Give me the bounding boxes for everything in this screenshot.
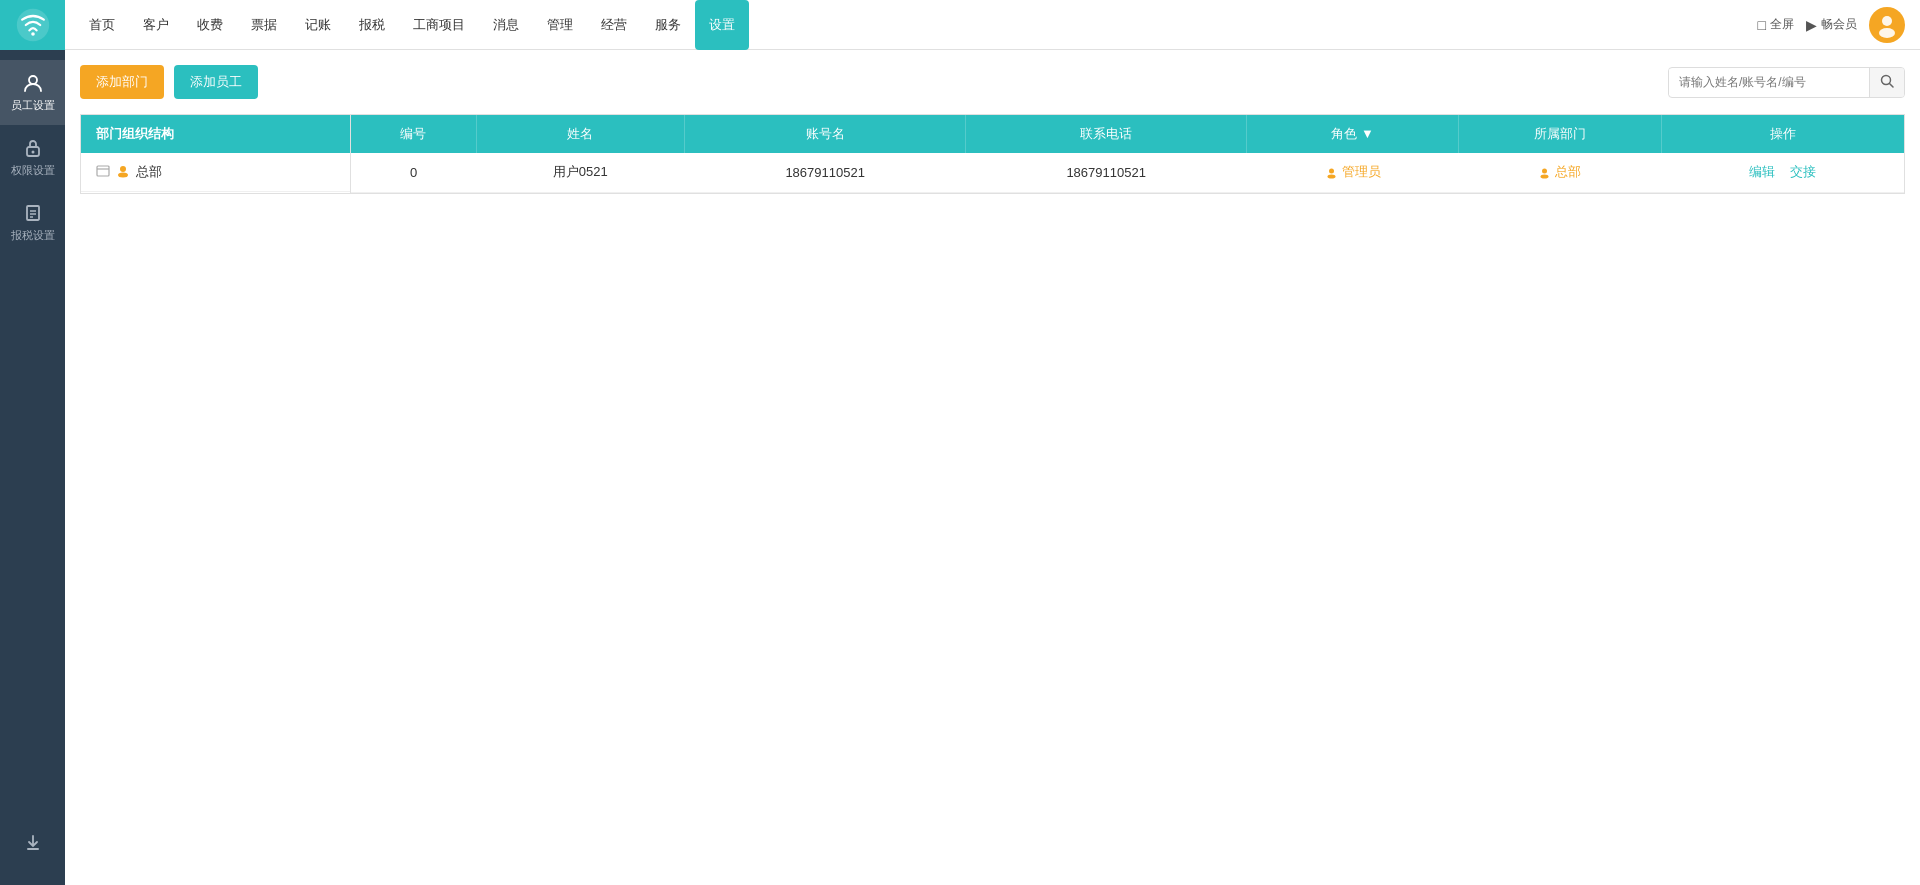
svg-line-13 bbox=[1890, 83, 1894, 87]
search-input[interactable] bbox=[1669, 69, 1869, 95]
add-employee-button[interactable]: 添加员工 bbox=[174, 65, 258, 99]
vip-label: 畅会员 bbox=[1821, 16, 1857, 33]
sidebar-item-permissions[interactable]: 权限设置 bbox=[0, 125, 65, 190]
sidebar-item-employee-label: 员工设置 bbox=[11, 98, 55, 113]
cell-actions: 编辑 交接 bbox=[1661, 153, 1904, 192]
edit-action[interactable]: 编辑 bbox=[1749, 164, 1775, 179]
dept-root-label: 总部 bbox=[136, 163, 162, 181]
sidebar-download-button[interactable] bbox=[0, 810, 65, 875]
svg-point-0 bbox=[16, 8, 48, 40]
add-dept-button[interactable]: 添加部门 bbox=[80, 65, 164, 99]
fullscreen-label: 全屏 bbox=[1770, 16, 1794, 33]
cell-phone: 18679110521 bbox=[966, 153, 1247, 192]
svg-point-20 bbox=[1541, 174, 1549, 178]
nav-message[interactable]: 消息 bbox=[479, 0, 533, 50]
col-id: 编号 bbox=[351, 115, 476, 153]
col-account: 账号名 bbox=[685, 115, 966, 153]
transfer-action[interactable]: 交接 bbox=[1790, 164, 1816, 179]
sidebar-item-taxsettings-label: 报税设置 bbox=[11, 228, 55, 243]
table-row: 0 用户0521 18679110521 18679110521 bbox=[351, 153, 1904, 192]
app-logo bbox=[0, 0, 65, 50]
col-role-label: 角色 bbox=[1331, 126, 1357, 141]
user-avatar[interactable] bbox=[1869, 7, 1905, 43]
main-content: 部门组织结构 总部 bbox=[80, 114, 1905, 194]
cell-name: 用户0521 bbox=[476, 153, 685, 192]
employee-table: 编号 姓名 账号名 联系电话 角色 ▼ 所属部门 操作 bbox=[351, 115, 1904, 193]
cell-account: 18679110521 bbox=[685, 153, 966, 192]
nav-customer[interactable]: 客户 bbox=[129, 0, 183, 50]
dept-tree: 部门组织结构 总部 bbox=[81, 115, 351, 193]
col-phone: 联系电话 bbox=[966, 115, 1247, 153]
svg-point-4 bbox=[29, 76, 37, 84]
cell-dept: 总部 bbox=[1458, 153, 1661, 192]
col-name: 姓名 bbox=[476, 115, 685, 153]
nav-invoice[interactable]: 票据 bbox=[237, 0, 291, 50]
svg-rect-11 bbox=[27, 848, 39, 850]
report-icon bbox=[22, 202, 44, 224]
nav-settings[interactable]: 设置 bbox=[695, 0, 749, 50]
svg-point-6 bbox=[31, 151, 34, 154]
nav-items: 首页 客户 收费 票据 记账 报税 工商项目 消息 管理 经营 服务 设置 bbox=[65, 0, 1758, 49]
svg-point-17 bbox=[1329, 168, 1334, 173]
col-actions: 操作 bbox=[1661, 115, 1904, 153]
nav-operations[interactable]: 经营 bbox=[587, 0, 641, 50]
role-label: 管理员 bbox=[1342, 163, 1381, 181]
cell-id: 0 bbox=[351, 153, 476, 192]
nav-service[interactable]: 服务 bbox=[641, 0, 695, 50]
dept-cell-icon: 总部 bbox=[1538, 163, 1581, 181]
sidebar-item-permissions-label: 权限设置 bbox=[11, 163, 55, 178]
svg-rect-7 bbox=[27, 206, 39, 220]
svg-point-3 bbox=[1879, 28, 1895, 38]
toolbar: 添加部门 添加员工 bbox=[80, 65, 1905, 99]
svg-point-15 bbox=[120, 166, 126, 172]
search-button[interactable] bbox=[1869, 68, 1904, 97]
dept-cell-label: 总部 bbox=[1555, 163, 1581, 181]
col-dept: 所属部门 bbox=[1458, 115, 1661, 153]
nav-manage[interactable]: 管理 bbox=[533, 0, 587, 50]
employee-table-wrapper: 编号 姓名 账号名 联系电话 角色 ▼ 所属部门 操作 bbox=[351, 115, 1904, 193]
top-navigation: 首页 客户 收费 票据 记账 报税 工商项目 消息 管理 经营 服务 设置 □ … bbox=[0, 0, 1920, 50]
left-sidebar: 员工设置 权限设置 报税设置 bbox=[0, 50, 65, 885]
content-area: 添加部门 添加员工 部门组织结构 bbox=[65, 50, 1920, 885]
role-filter-icon: ▼ bbox=[1361, 126, 1374, 141]
role-user-icon: 管理员 bbox=[1325, 163, 1381, 181]
cell-role: 管理员 bbox=[1247, 153, 1459, 192]
search-icon bbox=[1880, 74, 1894, 88]
fullscreen-button[interactable]: □ 全屏 bbox=[1758, 16, 1794, 33]
svg-rect-14 bbox=[97, 166, 109, 176]
dept-user-icon bbox=[116, 164, 130, 181]
dept-tree-item-root[interactable]: 总部 bbox=[81, 153, 350, 192]
nav-business[interactable]: 工商项目 bbox=[399, 0, 479, 50]
svg-point-16 bbox=[118, 172, 128, 177]
sidebar-item-taxsettings[interactable]: 报税设置 bbox=[0, 190, 65, 255]
vip-icon: ▶ bbox=[1806, 17, 1817, 33]
download-icon bbox=[22, 832, 44, 854]
top-nav-right: □ 全屏 ▶ 畅会员 bbox=[1758, 7, 1920, 43]
sidebar-item-employee[interactable]: 员工设置 bbox=[0, 60, 65, 125]
nav-accounting[interactable]: 记账 bbox=[291, 0, 345, 50]
nav-billing[interactable]: 收费 bbox=[183, 0, 237, 50]
lock-icon bbox=[22, 137, 44, 159]
search-box bbox=[1668, 67, 1905, 98]
person-icon bbox=[22, 72, 44, 94]
main-layout: 员工设置 权限设置 报税设置 bbox=[0, 50, 1920, 885]
vip-button[interactable]: ▶ 畅会员 bbox=[1806, 16, 1857, 33]
nav-tax[interactable]: 报税 bbox=[345, 0, 399, 50]
file-icon bbox=[96, 164, 110, 181]
svg-point-2 bbox=[1882, 16, 1892, 26]
col-role[interactable]: 角色 ▼ bbox=[1247, 115, 1459, 153]
nav-home[interactable]: 首页 bbox=[75, 0, 129, 50]
svg-point-19 bbox=[1542, 168, 1547, 173]
svg-point-1 bbox=[31, 32, 35, 36]
fullscreen-icon: □ bbox=[1758, 17, 1766, 33]
dept-tree-header: 部门组织结构 bbox=[81, 115, 350, 153]
svg-point-18 bbox=[1327, 174, 1335, 178]
